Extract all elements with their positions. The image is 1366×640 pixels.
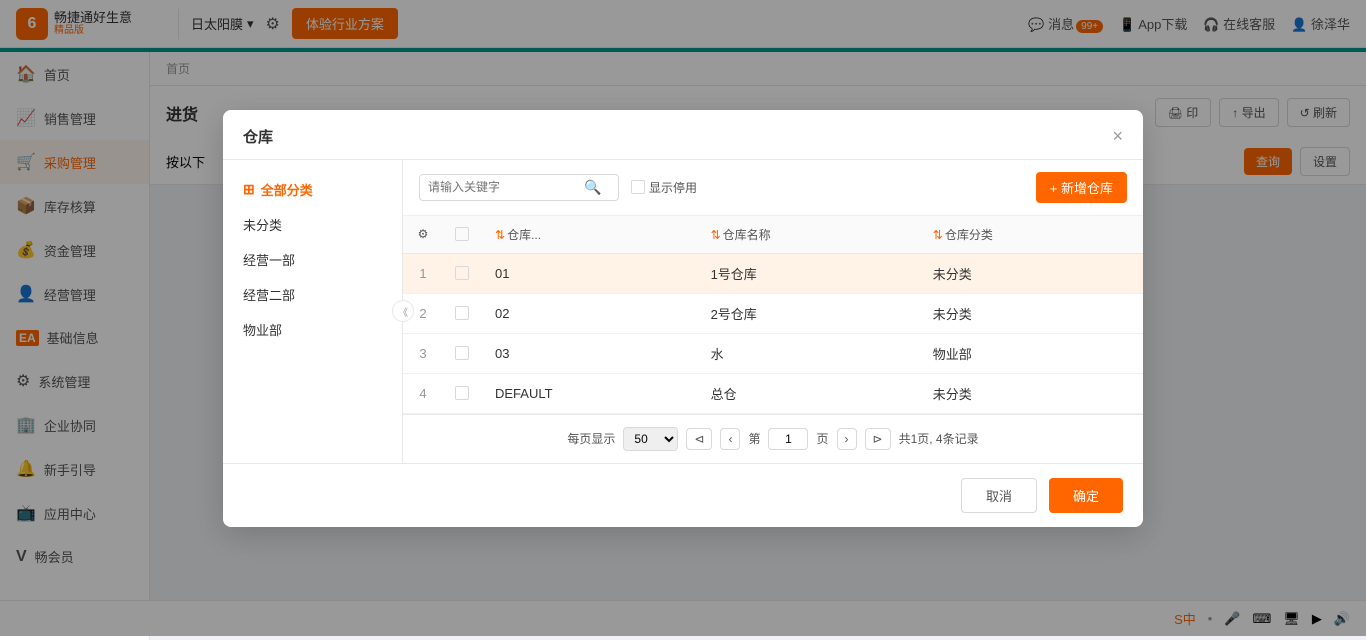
warehouse-table: ⚙ ⇅仓库... ⇅仓库名称 ⇅仓库分类 1 01 <box>403 216 1143 414</box>
table-row[interactable]: 3 03 水 物业部 <box>403 333 1143 373</box>
search-box[interactable]: 🔍 <box>419 174 619 201</box>
row-name: 1号仓库 <box>699 253 921 293</box>
table-row[interactable]: 4 DEFAULT 总仓 未分类 <box>403 373 1143 413</box>
row-name: 水 <box>699 333 921 373</box>
category-property[interactable]: 物业部 <box>223 312 402 347</box>
sidebar-toggle-btn[interactable]: 《 <box>392 300 414 322</box>
row-num: 3 <box>403 333 443 373</box>
row-category: 未分类 <box>921 373 1143 413</box>
modal-title: 仓库 <box>243 126 273 147</box>
total-text: 共1页, 4条记录 <box>899 430 979 447</box>
modal-sidebar: 《 ⊞ 全部分类 未分类 经营一部 经营二部 物业部 <box>223 160 403 463</box>
row-code: 02 <box>483 293 699 333</box>
page-input[interactable] <box>768 428 808 450</box>
table-header-row: ⚙ ⇅仓库... ⇅仓库名称 ⇅仓库分类 <box>403 216 1143 254</box>
row-code: 01 <box>483 253 699 293</box>
row-checkbox[interactable] <box>443 253 483 293</box>
header-checkbox[interactable] <box>455 227 469 241</box>
row-category: 未分类 <box>921 253 1143 293</box>
modal-toolbar: 🔍 显示停用 + 新增仓库 <box>403 160 1143 216</box>
show-disabled-checkbox[interactable]: 显示停用 <box>631 179 697 196</box>
per-page-label: 每页显示 <box>567 430 615 447</box>
row-num: 1 <box>403 253 443 293</box>
table-row[interactable]: 2 02 2号仓库 未分类 <box>403 293 1143 333</box>
category-dept1[interactable]: 经营一部 <box>223 242 402 277</box>
modal-footer: 取消 确定 <box>223 463 1143 527</box>
row-name: 2号仓库 <box>699 293 921 333</box>
next-page-btn[interactable]: › <box>837 428 857 450</box>
page-suffix: 页 <box>816 430 828 447</box>
last-page-btn[interactable]: ⊳ <box>865 428 891 450</box>
row-code: 03 <box>483 333 699 373</box>
warehouse-modal: 仓库 × 《 ⊞ 全部分类 未分类 经营一部 经营二部 <box>223 110 1143 527</box>
col-code: ⇅仓库... <box>483 216 699 254</box>
search-icon: 🔍 <box>584 179 601 196</box>
modal-header: 仓库 × <box>223 110 1143 160</box>
row-category: 物业部 <box>921 333 1143 373</box>
row-code: DEFAULT <box>483 373 699 413</box>
col-name: ⇅仓库名称 <box>699 216 921 254</box>
cancel-btn[interactable]: 取消 <box>961 478 1037 513</box>
confirm-btn[interactable]: 确定 <box>1049 478 1123 513</box>
table-row[interactable]: 1 01 1号仓库 未分类 <box>403 253 1143 293</box>
search-input[interactable] <box>428 180 578 194</box>
add-warehouse-btn[interactable]: + 新增仓库 <box>1036 172 1127 203</box>
pagination: 每页显示 50 10 20 100 ⊲ ‹ 第 页 › ⊳ 共1页, 4条记录 <box>403 414 1143 463</box>
row-checkbox[interactable] <box>443 293 483 333</box>
first-page-btn[interactable]: ⊲ <box>686 428 712 450</box>
modal-body: 《 ⊞ 全部分类 未分类 经营一部 经营二部 物业部 <box>223 160 1143 463</box>
category-all[interactable]: ⊞ 全部分类 <box>223 172 402 207</box>
modal-overlay[interactable]: 仓库 × 《 ⊞ 全部分类 未分类 经营一部 经营二部 <box>0 0 1366 636</box>
row-name: 总仓 <box>699 373 921 413</box>
modal-table: ⚙ ⇅仓库... ⇅仓库名称 ⇅仓库分类 1 01 <box>403 216 1143 414</box>
category-dept2[interactable]: 经营二部 <box>223 277 402 312</box>
row-checkbox[interactable] <box>443 373 483 413</box>
category-unclassified[interactable]: 未分类 <box>223 207 402 242</box>
prev-page-btn[interactable]: ‹ <box>720 428 740 450</box>
col-category: ⇅仓库分类 <box>921 216 1143 254</box>
modal-main: 🔍 显示停用 + 新增仓库 ⚙ <box>403 160 1143 463</box>
col-checkbox <box>443 216 483 254</box>
category-all-icon: ⊞ <box>243 181 255 198</box>
disabled-checkbox[interactable] <box>631 180 645 194</box>
row-num: 4 <box>403 373 443 413</box>
modal-close-btn[interactable]: × <box>1112 126 1123 147</box>
row-checkbox[interactable] <box>443 333 483 373</box>
row-category: 未分类 <box>921 293 1143 333</box>
per-page-select[interactable]: 50 10 20 100 <box>623 427 678 451</box>
page-label: 第 <box>748 430 760 447</box>
col-gear: ⚙ <box>403 216 443 254</box>
